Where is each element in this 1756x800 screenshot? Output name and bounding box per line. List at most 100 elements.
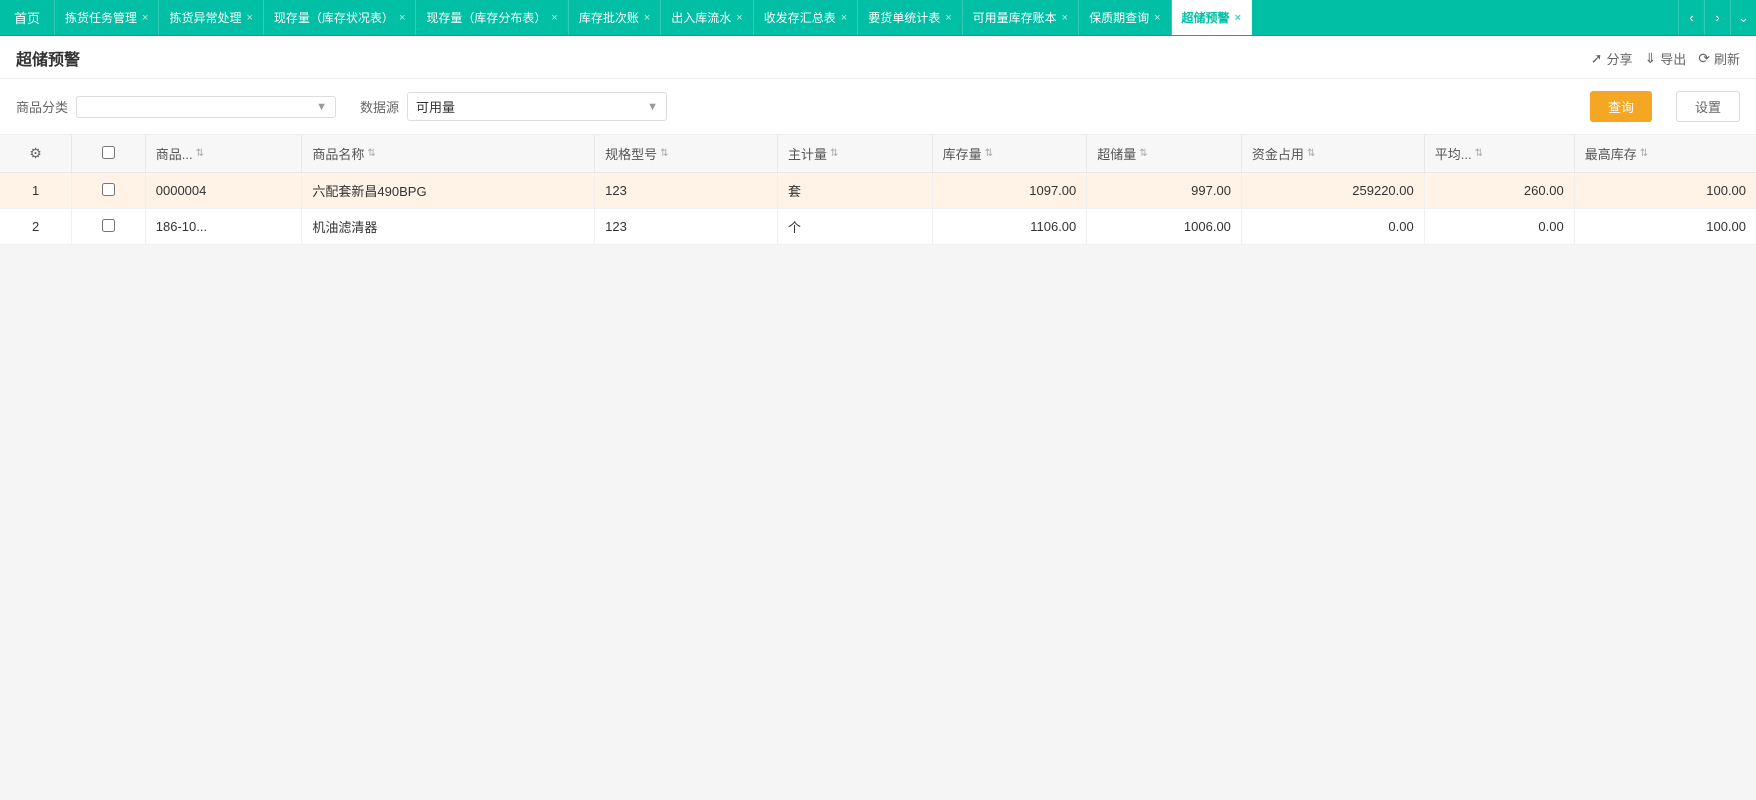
unit-column-header[interactable]: 主计量 ⇅ <box>777 135 932 173</box>
datasource-select-value: 可用量 <box>416 97 455 116</box>
share-icon: ➚ <box>1591 50 1603 67</box>
max-column-header[interactable]: 最高库存 ⇅ <box>1574 135 1756 173</box>
close-tab-7[interactable]: × <box>945 12 951 24</box>
table-row: 1 0000004 六配套新昌490BPG 123 套 1097.00 997.… <box>0 173 1756 209</box>
nav-tab-3[interactable]: 现存量（库存分布表） × <box>416 0 568 36</box>
sort-icon-over: ⇅ <box>1139 148 1147 159</box>
row-name-1: 机油滤清器 <box>302 209 595 245</box>
filter-bar: 商品分类 ▼ 数据源 可用量 ▼ 查询 设置 <box>0 79 1756 135</box>
row-spec-1: 123 <box>595 209 778 245</box>
select-all-checkbox[interactable] <box>102 146 115 159</box>
row-spec-0: 123 <box>595 173 778 209</box>
nav-tab-7[interactable]: 要货单统计表 × <box>858 0 962 36</box>
row-code-1: 186-10... <box>145 209 302 245</box>
close-tab-2[interactable]: × <box>399 12 405 24</box>
nav-tab-0[interactable]: 拣货任务管理 × <box>55 0 159 36</box>
table-container: ⚙ 商品... ⇅ 商品名称 ⇅ <box>0 135 1756 245</box>
nav-prev-btn[interactable]: ‹ <box>1678 0 1704 36</box>
sort-icon-unit: ⇅ <box>830 148 838 159</box>
datasource-select[interactable]: 可用量 ▼ <box>407 92 667 121</box>
row-code-0: 0000004 <box>145 173 302 209</box>
checkbox-column-header[interactable] <box>72 135 146 173</box>
header-actions: ➚ 分享 ⇓ 导出 ⟳ 刷新 <box>1591 49 1740 68</box>
sort-icon: ⇅ <box>196 148 204 159</box>
nav-menu-btn[interactable]: ⌄ <box>1730 0 1756 36</box>
sort-icon-spec: ⇅ <box>660 148 668 159</box>
row-capital-1: 0.00 <box>1241 209 1424 245</box>
row-avg-0: 260.00 <box>1424 173 1574 209</box>
nav-tab-4[interactable]: 库存批次账 × <box>569 0 661 36</box>
nav-tab-1[interactable]: 拣货异常处理 × <box>159 0 263 36</box>
page-header: 超储预警 ➚ 分享 ⇓ 导出 ⟳ 刷新 <box>0 36 1756 79</box>
avg-column-header[interactable]: 平均... ⇅ <box>1424 135 1574 173</box>
sort-icon-avg: ⇅ <box>1475 148 1483 159</box>
setting-button[interactable]: 设置 <box>1676 91 1740 122</box>
row-avg-1: 0.00 <box>1424 209 1574 245</box>
refresh-icon: ⟳ <box>1698 50 1710 67</box>
row-num-1: 2 <box>0 209 72 245</box>
close-tab-6[interactable]: × <box>841 12 847 24</box>
nav-next-btn[interactable]: › <box>1704 0 1730 36</box>
capital-column-header[interactable]: 资金占用 ⇅ <box>1241 135 1424 173</box>
sort-icon-capital: ⇅ <box>1307 148 1315 159</box>
datasource-filter-group: 数据源 可用量 ▼ <box>360 92 667 121</box>
close-tab-0[interactable]: × <box>142 12 148 24</box>
row-max-1: 100.00 <box>1574 209 1756 245</box>
row-over-1: 1006.00 <box>1087 209 1242 245</box>
gear-icon: ⚙ <box>29 145 42 161</box>
datasource-label: 数据源 <box>360 97 399 116</box>
close-tab-10[interactable]: × <box>1235 12 1241 24</box>
export-icon: ⇓ <box>1645 50 1657 67</box>
row-unit-0: 套 <box>777 173 932 209</box>
settings-column-header[interactable]: ⚙ <box>0 135 72 173</box>
sort-icon-stock: ⇅ <box>985 148 993 159</box>
row-checkbox-1[interactable] <box>72 209 146 245</box>
row-num-0: 1 <box>0 173 72 209</box>
top-nav: 首页 拣货任务管理 × 拣货异常处理 × 现存量（库存状况表） × 现存量（库存… <box>0 0 1756 36</box>
category-label: 商品分类 <box>16 97 68 116</box>
row-stock-1: 1106.00 <box>932 209 1087 245</box>
table-row: 2 186-10... 机油滤清器 123 个 1106.00 1006.00 … <box>0 209 1756 245</box>
query-button[interactable]: 查询 <box>1590 91 1652 122</box>
row-stock-0: 1097.00 <box>932 173 1087 209</box>
over-column-header[interactable]: 超储量 ⇅ <box>1087 135 1242 173</box>
table-header-row: ⚙ 商品... ⇅ 商品名称 ⇅ <box>0 135 1756 173</box>
code-column-header[interactable]: 商品... ⇅ <box>145 135 302 173</box>
datasource-dropdown-icon: ▼ <box>647 101 658 113</box>
nav-tab-6[interactable]: 收发存汇总表 × <box>754 0 858 36</box>
close-tab-9[interactable]: × <box>1154 12 1160 24</box>
close-tab-3[interactable]: × <box>551 12 557 24</box>
nav-tab-5[interactable]: 出入库流水 × <box>661 0 753 36</box>
name-column-header[interactable]: 商品名称 ⇅ <box>302 135 595 173</box>
spec-column-header[interactable]: 规格型号 ⇅ <box>595 135 778 173</box>
nav-tab-9[interactable]: 保质期查询 × <box>1079 0 1171 36</box>
category-dropdown-icon: ▼ <box>316 101 327 113</box>
refresh-button[interactable]: ⟳ 刷新 <box>1698 49 1740 68</box>
nav-arrows: ‹ › ⌄ <box>1678 0 1756 36</box>
sort-icon-name: ⇅ <box>367 148 375 159</box>
main-table: ⚙ 商品... ⇅ 商品名称 ⇅ <box>0 135 1756 245</box>
row-capital-0: 259220.00 <box>1241 173 1424 209</box>
page-title: 超储预警 <box>16 46 80 70</box>
row-checkbox-0[interactable] <box>72 173 146 209</box>
row-over-0: 997.00 <box>1087 173 1242 209</box>
row-name-0: 六配套新昌490BPG <box>302 173 595 209</box>
category-select[interactable]: ▼ <box>76 96 336 118</box>
close-tab-8[interactable]: × <box>1062 12 1068 24</box>
nav-tab-2[interactable]: 现存量（库存状况表） × <box>264 0 416 36</box>
close-tab-4[interactable]: × <box>644 12 650 24</box>
row-unit-1: 个 <box>777 209 932 245</box>
row-select-0[interactable] <box>102 183 115 196</box>
nav-tab-8[interactable]: 可用量库存账本 × <box>963 0 1079 36</box>
nav-tab-10[interactable]: 超储预警 × <box>1172 0 1252 36</box>
sort-icon-max: ⇅ <box>1640 148 1648 159</box>
nav-home[interactable]: 首页 <box>0 0 55 36</box>
row-select-1[interactable] <box>102 219 115 232</box>
close-tab-5[interactable]: × <box>736 12 742 24</box>
export-button[interactable]: ⇓ 导出 <box>1645 49 1687 68</box>
row-max-0: 100.00 <box>1574 173 1756 209</box>
close-tab-1[interactable]: × <box>246 12 252 24</box>
share-button[interactable]: ➚ 分享 <box>1591 49 1633 68</box>
category-filter-group: 商品分类 ▼ <box>16 96 336 118</box>
stock-column-header[interactable]: 库存量 ⇅ <box>932 135 1087 173</box>
